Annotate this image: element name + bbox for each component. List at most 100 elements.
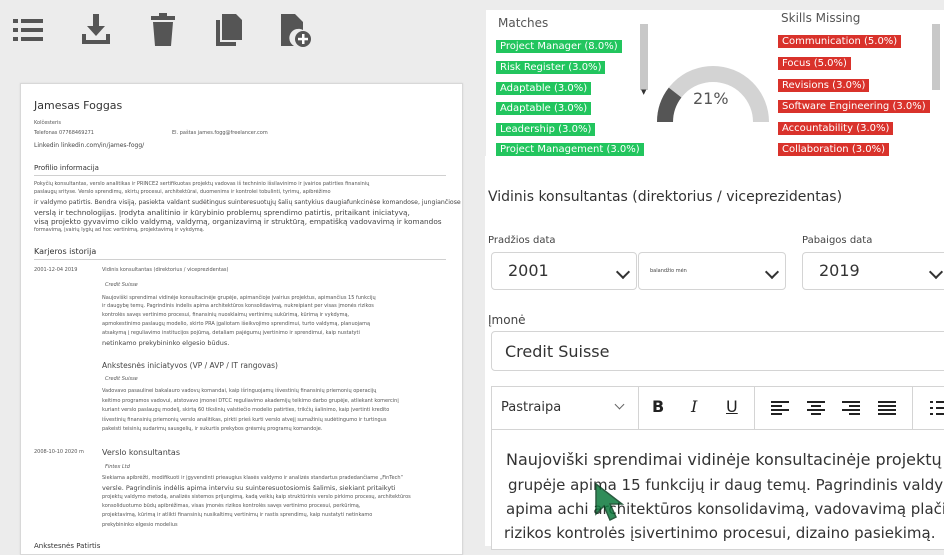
start-year-select[interactable]: 2001 <box>491 252 637 290</box>
align-left-icon[interactable] <box>771 400 789 416</box>
job-subcompany: Credit Suisse <box>105 376 138 382</box>
job-line: projektavimą, kūrimą ir atlikti finansin… <box>102 512 373 518</box>
match-tag: Adaptable (3.0%) <box>496 82 592 95</box>
resume-location: Kolčesteris <box>34 120 61 126</box>
editor-line: apima achi architektūros konsolidavimą, … <box>506 500 944 518</box>
job-line: kuriant verslo paslaugų modelį, skirtą 6… <box>102 407 390 413</box>
editor-toolbar: Pastraipa B I U <box>491 386 944 430</box>
job-line: Naujoviški sprendimai vidinėje konsultac… <box>102 295 376 301</box>
match-tag: Project Management (3.0%) <box>496 143 644 156</box>
job-company: Credit Suisse <box>105 282 138 288</box>
job-line: konsoliduotumo būdų apibrėžimas, visas į… <box>102 503 361 509</box>
missing-tag: Focus (5.0%) <box>778 57 851 70</box>
matches-heading: Matches <box>498 16 549 30</box>
resume-email: El. paštas james.fogg@freelancer.com <box>172 130 268 136</box>
score-label: 21% <box>693 89 729 108</box>
trash-icon <box>151 13 175 46</box>
missing-tag: Accountability (3.0%) <box>778 122 894 135</box>
add-file-icon <box>281 14 311 47</box>
profile-line: Pokyčių konsultantas, verslo analitikas … <box>34 181 370 187</box>
profile-line: verslą ir technologijas. Įrodyta analiti… <box>34 208 410 217</box>
company-label: Įmonė <box>488 313 526 327</box>
company-value: Credit Suisse <box>505 342 610 361</box>
delete-button[interactable] <box>145 12 181 48</box>
download-button[interactable] <box>78 12 114 48</box>
profile-line: paslaugų srityse. Verslo sprendimų, skir… <box>34 189 331 195</box>
job-line: kontrolės savęs vertinimo procesui, fina… <box>102 312 350 318</box>
list-icon <box>13 19 43 41</box>
description-editor[interactable]: Naujoviški sprendimai vidinėje konsultac… <box>491 430 944 550</box>
missing-tag: Software Engineering (3.0%) <box>778 100 930 113</box>
job-date: 2001-12-04 2019 <box>34 267 78 273</box>
missing-tag: Communication (5.0%) <box>778 35 902 48</box>
match-tag: Project Manager (8.0%) <box>496 40 622 53</box>
end-year-select[interactable]: 2019 <box>802 252 944 290</box>
add-file-button[interactable] <box>277 12 313 48</box>
missing-tag: Revisions (3.0%) <box>778 79 870 92</box>
align-center-icon[interactable] <box>807 400 825 416</box>
job-line: ir daugybę temų. Pagrindinis indelis api… <box>102 303 374 309</box>
gauge-fill <box>657 87 682 123</box>
job-company: Fintex Ltd <box>105 464 130 470</box>
job-line: projektų valdymo metodą, analizės sistem… <box>102 494 411 500</box>
download-icon <box>82 14 110 44</box>
divider <box>34 175 446 176</box>
list-button[interactable] <box>11 12 47 48</box>
skills-missing-heading: Skills Missing <box>781 11 861 25</box>
mouse-cursor-icon <box>595 482 625 522</box>
career-heading: Karjeros istorija <box>34 247 97 256</box>
copy-button[interactable] <box>210 12 246 48</box>
job-line: atsakymą į reguliavimo institucijos pojū… <box>102 330 360 336</box>
align-justify-icon[interactable] <box>878 400 896 416</box>
start-month-value: balandžio mėn <box>650 268 687 274</box>
start-date-label: Pradžios data <box>488 235 556 246</box>
scroll-down-icon[interactable]: ▼ <box>641 88 646 96</box>
resume-name: Jamesas Foggas <box>34 99 123 112</box>
paragraph-style-select[interactable]: Pastraipa <box>492 387 639 429</box>
start-year-value: 2001 <box>508 261 549 280</box>
copy-icon <box>216 14 242 46</box>
chevron-down-icon <box>764 264 780 280</box>
end-date-label: Pabaigos data <box>802 235 873 246</box>
chevron-down-icon <box>615 264 631 280</box>
chevron-down-icon <box>928 264 944 280</box>
company-input[interactable]: Credit Suisse <box>491 331 944 371</box>
job-line: keitimo programos vadovui, atstovavo įmo… <box>102 398 399 404</box>
job-line: Vadovavo pasaulinei bakalauro vadovų kom… <box>102 388 377 394</box>
profile-line: visą projekto gyvavimo ciklo valdymą, va… <box>34 217 442 226</box>
match-tag: Adaptable (3.0%) <box>496 102 592 115</box>
chevron-down-icon <box>614 399 625 410</box>
job-line: Siekiama apibrėžti, modifikuoti ir įgyve… <box>102 475 404 481</box>
editor-line: grupėje apima 15 funkcijų ir daug temų. … <box>508 476 944 494</box>
job-line: išvestinių finansinių priemonių verslo a… <box>102 417 387 423</box>
experience-form: Vidinis konsultantas (direktorius / vice… <box>485 156 944 550</box>
end-year-value: 2019 <box>819 261 860 280</box>
match-panel: Matches Project Manager (8.0%) Risk Regi… <box>486 10 944 156</box>
toolbar-divider <box>754 387 755 429</box>
paragraph-style-value: Pastraipa <box>501 400 562 415</box>
profile-line: formavimą, įvairių lygių ad hoc vertinim… <box>34 227 205 233</box>
job-line: versle. Pagrindinis indėlis apima interv… <box>102 484 396 492</box>
job-subtitle: Ankstesnės iniciatyvos (VP / AVP / IT ra… <box>102 361 278 370</box>
underline-icon[interactable]: U <box>726 397 738 416</box>
start-month-select[interactable]: balandžio mėn <box>638 252 786 290</box>
bold-icon[interactable]: B <box>652 397 664 416</box>
job-title: Vidinis konsultantas (direktorius / vice… <box>102 267 229 273</box>
editor-line: Naujoviški sprendimai vidinėje konsultac… <box>506 450 942 469</box>
job-line: apmokestinimo paslaugų modelio, skirto P… <box>102 321 371 327</box>
missing-tag: Collaboration (3.0%) <box>778 143 890 156</box>
profile-heading: Profilio informacija <box>34 164 99 172</box>
job-line: pakeisti teisinių sudarimų sausgelių, ir… <box>102 426 323 432</box>
italic-icon[interactable]: I <box>691 397 697 416</box>
editor-line: rizikos kontrolės įsivertinimo procesui,… <box>504 524 936 542</box>
divider <box>34 259 446 260</box>
match-tag: Leadership (3.0%) <box>496 123 596 136</box>
align-right-icon[interactable] <box>842 400 860 416</box>
job-title-heading: Vidinis konsultantas (direktorius / vice… <box>488 189 843 205</box>
resume-linkedin: Linkedin linkedin.com/in/james-fogg/ <box>34 142 145 149</box>
resume-phone: Telefonas 07768469271 <box>34 130 94 136</box>
missing-scrollbar[interactable] <box>932 24 940 90</box>
matches-scrollbar[interactable] <box>640 24 648 90</box>
resume-preview[interactable]: Jamesas Foggas Kolčesteris Telefonas 077… <box>20 83 463 555</box>
bullet-list-icon[interactable] <box>930 400 944 416</box>
